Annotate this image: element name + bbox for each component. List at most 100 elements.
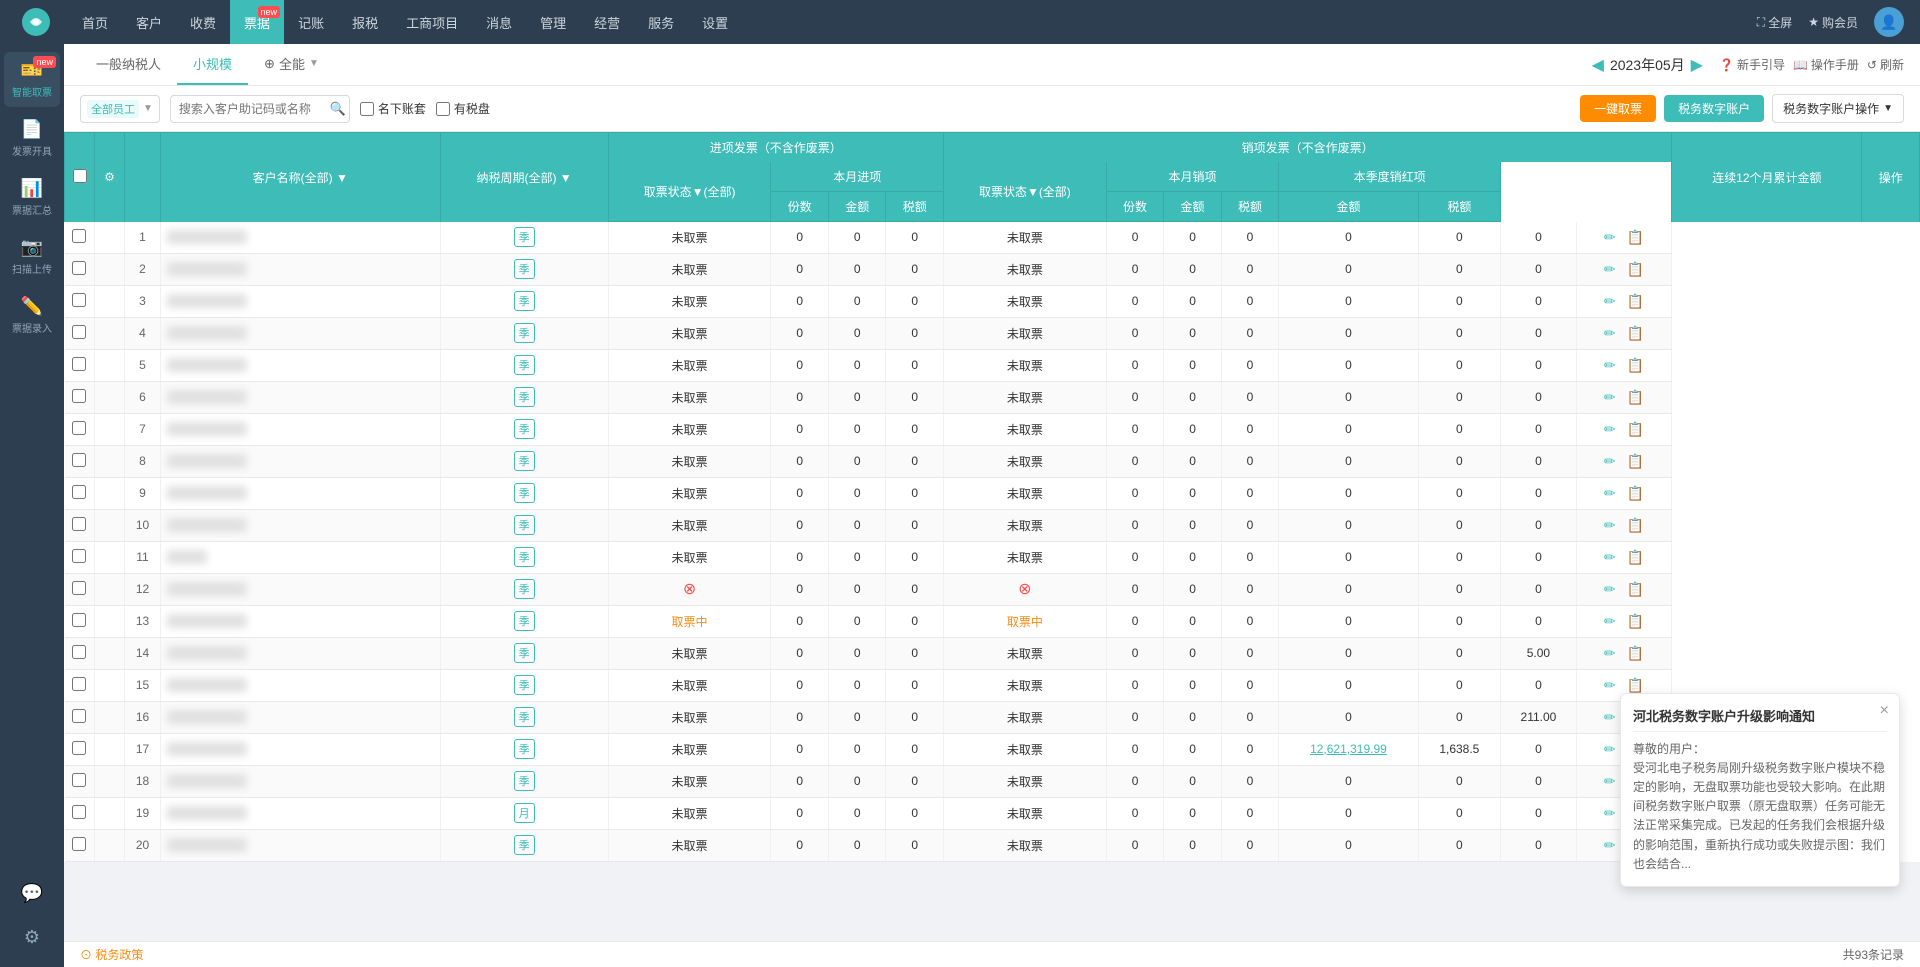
user-avatar[interactable]: 👤 [1874, 7, 1904, 37]
cell-checkbox[interactable] [65, 669, 95, 701]
tab-general-taxpayer[interactable]: 一般纳税人 [80, 44, 177, 85]
tax-policy-link[interactable]: ⊙ 税务政策 [80, 946, 143, 963]
nav-settings[interactable]: 设置 [688, 0, 742, 44]
cell-name[interactable] [161, 413, 441, 445]
nav-message[interactable]: 消息 [472, 0, 526, 44]
nav-ticket[interactable]: 票据 new [230, 0, 284, 44]
cell-checkbox[interactable] [65, 605, 95, 637]
edit-btn[interactable]: ✏ [1600, 291, 1620, 312]
cell-name[interactable] [161, 509, 441, 541]
edit-btn[interactable]: ✏ [1600, 387, 1620, 408]
sidebar-chat-btn[interactable]: 💬 [14, 875, 50, 911]
nav-fee[interactable]: 收费 [176, 0, 230, 44]
sidebar-gear-btn[interactable]: ⚙ [14, 919, 50, 955]
edit-btn[interactable]: ✏ [1600, 643, 1620, 664]
copy-btn[interactable]: 📋 [1623, 259, 1648, 280]
row-checkbox[interactable] [72, 453, 86, 467]
nav-business[interactable]: 工商项目 [392, 0, 472, 44]
row-checkbox[interactable] [72, 805, 86, 819]
nav-accounting[interactable]: 记账 [284, 0, 338, 44]
has-tax-disk-checkbox[interactable] [436, 102, 450, 116]
copy-btn[interactable]: 📋 [1623, 291, 1648, 312]
row-checkbox[interactable] [72, 357, 86, 371]
sidebar-item-invoice-open[interactable]: 📄 发票开具 [4, 111, 60, 166]
nav-manage[interactable]: 管理 [526, 0, 580, 44]
cell-name[interactable] [161, 349, 441, 381]
row-checkbox[interactable] [72, 389, 86, 403]
cell-checkbox[interactable] [65, 637, 95, 669]
nav-tax[interactable]: 报税 [338, 0, 392, 44]
row-checkbox[interactable] [72, 261, 86, 275]
fullscreen-btn[interactable]: ⛶ 全屏 [1757, 14, 1792, 31]
vip-btn[interactable]: ★ 购会员 [1808, 14, 1858, 31]
cell-checkbox[interactable] [65, 477, 95, 509]
cell-checkbox[interactable] [65, 797, 95, 829]
edit-btn[interactable]: ✏ [1600, 323, 1620, 344]
cell-name[interactable] [161, 285, 441, 317]
copy-btn[interactable]: 📋 [1623, 611, 1648, 632]
cell-checkbox[interactable] [65, 317, 95, 349]
row-checkbox[interactable] [72, 485, 86, 499]
edit-btn[interactable]: ✏ [1600, 611, 1620, 632]
cell-checkbox[interactable] [65, 413, 95, 445]
nav-home[interactable]: 首页 [68, 0, 122, 44]
cell-name[interactable] [161, 541, 441, 573]
cell-checkbox[interactable] [65, 285, 95, 317]
sidebar-item-invoice-summary[interactable]: 📊 票据汇总 [4, 170, 60, 225]
edit-btn[interactable]: ✏ [1600, 515, 1620, 536]
cell-checkbox[interactable] [65, 701, 95, 733]
cell-checkbox[interactable] [65, 765, 95, 797]
cell-name[interactable] [161, 669, 441, 701]
edit-btn[interactable]: ✏ [1600, 739, 1620, 760]
th-client-name[interactable]: 客户名称(全部) ▼ [161, 133, 441, 222]
edit-btn[interactable]: ✏ [1600, 707, 1620, 728]
search-button[interactable]: 🔍 [330, 101, 346, 117]
nav-operation[interactable]: 经营 [580, 0, 634, 44]
cell-checkbox[interactable] [65, 541, 95, 573]
cell-name[interactable] [161, 317, 441, 349]
cell-checkbox[interactable] [65, 829, 95, 861]
copy-btn[interactable]: 📋 [1623, 387, 1648, 408]
period-prev-btn[interactable]: ◀ [1592, 55, 1604, 75]
sidebar-item-scan-upload[interactable]: 📷 扫描上传 [4, 229, 60, 284]
refresh-btn[interactable]: ↺ 刷新 [1867, 56, 1904, 73]
my-accounts-checkbox-label[interactable]: 名下账套 [360, 100, 426, 117]
cell-checkbox[interactable] [65, 381, 95, 413]
one-click-ticket-btn[interactable]: 一键取票 [1580, 95, 1656, 122]
cell-name[interactable] [161, 797, 441, 829]
row-checkbox[interactable] [72, 421, 86, 435]
row-checkbox[interactable] [72, 581, 86, 595]
copy-btn[interactable]: 📋 [1623, 227, 1648, 248]
copy-btn[interactable]: 📋 [1623, 515, 1648, 536]
th-settings-icon[interactable]: ⚙ [95, 133, 125, 222]
tab-small-scale[interactable]: 小规模 [177, 44, 248, 85]
guide-btn[interactable]: ❓ 新手引导 [1719, 56, 1785, 73]
copy-btn[interactable]: 📋 [1623, 355, 1648, 376]
row-checkbox[interactable] [72, 837, 86, 851]
copy-btn[interactable]: 📋 [1623, 643, 1648, 664]
cell-checkbox[interactable] [65, 445, 95, 477]
row-checkbox[interactable] [72, 613, 86, 627]
cell-name[interactable] [161, 445, 441, 477]
copy-btn[interactable]: 📋 [1623, 579, 1648, 600]
row-checkbox[interactable] [72, 677, 86, 691]
edit-btn[interactable]: ✏ [1600, 803, 1620, 824]
edit-btn[interactable]: ✏ [1600, 675, 1620, 696]
row-checkbox[interactable] [72, 229, 86, 243]
my-accounts-checkbox[interactable] [360, 102, 374, 116]
edit-btn[interactable]: ✏ [1600, 355, 1620, 376]
manual-btn[interactable]: 📖 操作手册 [1793, 56, 1859, 73]
notification-close-btn[interactable]: × [1880, 702, 1889, 720]
period-next-btn[interactable]: ▶ [1691, 55, 1703, 75]
edit-btn[interactable]: ✏ [1600, 419, 1620, 440]
cell-name[interactable] [161, 605, 441, 637]
row-checkbox[interactable] [72, 709, 86, 723]
row-checkbox[interactable] [72, 741, 86, 755]
th-in-status[interactable]: 取票状态▼(全部) [608, 162, 771, 222]
cell-name[interactable] [161, 253, 441, 285]
sidebar-item-invoice-entry[interactable]: ✏️ 票据录入 [4, 288, 60, 343]
row-checkbox[interactable] [72, 293, 86, 307]
search-input[interactable] [170, 95, 350, 123]
nav-customer[interactable]: 客户 [122, 0, 176, 44]
cell-name[interactable] [161, 637, 441, 669]
